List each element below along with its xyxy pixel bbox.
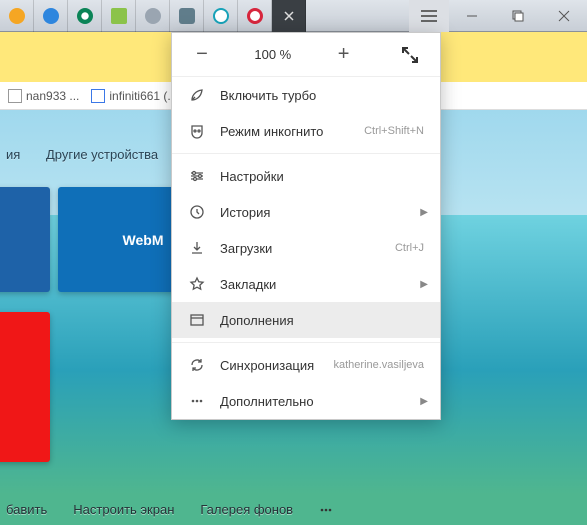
menu-incognito[interactable]: Режим инкогнито Ctrl+Shift+N: [172, 113, 440, 149]
settings-icon: [188, 167, 206, 185]
menu-label: История: [220, 205, 424, 220]
menu-settings[interactable]: Настройки: [172, 158, 440, 194]
more-icon[interactable]: [319, 503, 333, 517]
hamburger-menu-button[interactable]: [409, 0, 449, 32]
window-icon: [188, 311, 206, 329]
bottom-toolbar: бавить Настроить экран Галерея фонов: [6, 502, 333, 517]
chevron-right-icon: ▶: [420, 396, 428, 407]
menu-more[interactable]: Дополнительно ▶: [172, 383, 440, 419]
link-history[interactable]: ия: [6, 147, 20, 162]
menu-label: Закладки: [220, 277, 424, 292]
menu-addons[interactable]: Дополнения: [172, 302, 440, 338]
fullscreen-button[interactable]: [396, 41, 424, 69]
menu-label: Синхронизация: [220, 358, 320, 373]
dots-icon: [188, 392, 206, 410]
zoom-value: 100 %: [254, 47, 291, 62]
incognito-icon: [188, 122, 206, 140]
menu-shortcut: Ctrl+J: [395, 242, 424, 254]
tab-7[interactable]: [204, 0, 238, 32]
star-icon: [188, 275, 206, 293]
tile-label: WebM: [123, 232, 164, 248]
tab-3[interactable]: [68, 0, 102, 32]
background-gallery-button[interactable]: Галерея фонов: [200, 502, 293, 517]
menu-label: Загрузки: [220, 241, 381, 256]
fullscreen-icon: [402, 47, 418, 63]
bookmark-item[interactable]: nan933 ...: [8, 89, 79, 103]
menu-shortcut: Ctrl+Shift+N: [364, 125, 424, 137]
menu-downloads[interactable]: Загрузки Ctrl+J: [172, 230, 440, 266]
menu-label: Дополнения: [220, 313, 424, 328]
menu-bookmarks[interactable]: Закладки ▶: [172, 266, 440, 302]
tab-close[interactable]: [272, 0, 306, 32]
device-links: ия Другие устройства: [6, 147, 180, 162]
tab-8[interactable]: [238, 0, 272, 32]
chevron-right-icon: ▶: [420, 279, 428, 290]
menu-label: Включить турбо: [220, 88, 424, 103]
menu-turbo[interactable]: Включить турбо: [172, 77, 440, 113]
tab-1[interactable]: [0, 0, 34, 32]
page-icon: [91, 89, 105, 103]
bookmark-label: infiniti661 (...: [109, 89, 177, 103]
history-icon: [188, 203, 206, 221]
tab-5[interactable]: [136, 0, 170, 32]
sync-icon: [188, 356, 206, 374]
download-icon: [188, 239, 206, 257]
configure-screen-button[interactable]: Настроить экран: [73, 502, 174, 517]
maximize-button[interactable]: [495, 0, 541, 32]
add-button[interactable]: бавить: [6, 502, 47, 517]
main-menu-dropdown: − 100 % + Включить турбо Режим инкогнито…: [171, 32, 441, 420]
tab-6[interactable]: [170, 0, 204, 32]
speed-dial-tile[interactable]: [0, 187, 50, 292]
hamburger-icon: [421, 10, 437, 22]
speed-dial-tile-red[interactable]: [0, 312, 50, 462]
tab-bar: [0, 0, 587, 32]
close-icon: [284, 11, 294, 21]
zoom-out-button[interactable]: −: [188, 41, 216, 69]
rocket-icon: [188, 86, 206, 104]
menu-label: Режим инкогнито: [220, 124, 350, 139]
tab-2[interactable]: [34, 0, 68, 32]
menu-label: Настройки: [220, 169, 424, 184]
zoom-row: − 100 % +: [172, 33, 440, 77]
link-other-devices[interactable]: Другие устройства: [46, 147, 158, 162]
bookmark-label: nan933 ...: [26, 89, 79, 103]
menu-sync[interactable]: Синхронизация katherine.vasiljeva: [172, 347, 440, 383]
bookmark-item[interactable]: infiniti661 (...: [91, 89, 177, 103]
menu-history[interactable]: История ▶: [172, 194, 440, 230]
zoom-in-button[interactable]: +: [330, 41, 358, 69]
chevron-right-icon: ▶: [420, 207, 428, 218]
tab-4[interactable]: [102, 0, 136, 32]
sync-user: katherine.vasiljeva: [334, 359, 425, 371]
page-icon: [8, 89, 22, 103]
minimize-button[interactable]: [449, 0, 495, 32]
menu-label: Дополнительно: [220, 394, 424, 409]
close-window-button[interactable]: [541, 0, 587, 32]
